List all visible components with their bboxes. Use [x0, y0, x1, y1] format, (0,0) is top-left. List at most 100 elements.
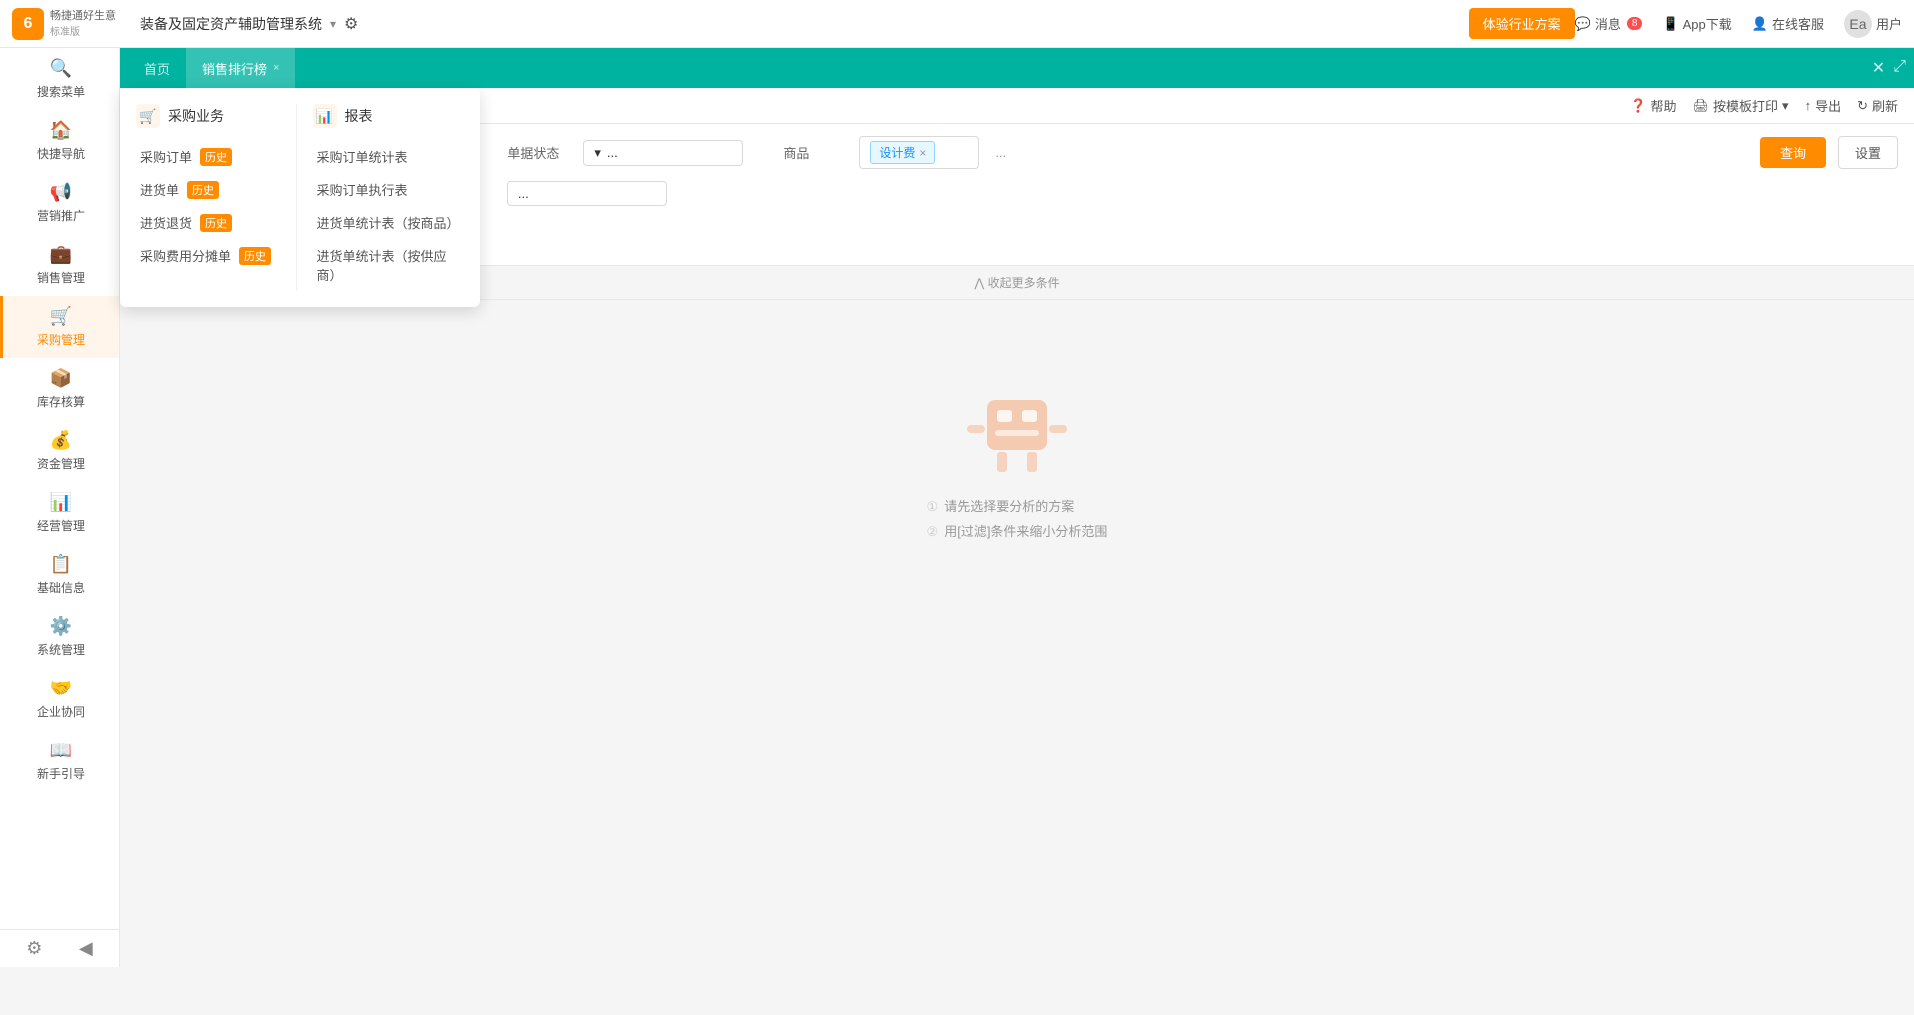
- tab-maximize-icon[interactable]: ⤢: [1893, 58, 1906, 78]
- notification-count: 8: [1627, 17, 1643, 30]
- online-service-btn[interactable]: 👤 在线客服: [1752, 14, 1824, 33]
- sidebar-item-search[interactable]: 🔍 搜索菜单: [0, 48, 119, 110]
- sidebar-item-capital[interactable]: 💰 资金管理: [0, 420, 119, 482]
- sidebar-label-enterprise: 企业协同: [37, 703, 85, 720]
- sidebar: 🔍 搜索菜单 🏠 快捷导航 📢 营销推广 💼 销售管理 🛒 采购管理 📦 库存核…: [0, 48, 120, 967]
- logo-text: 畅捷通好生意 标准版: [50, 9, 116, 38]
- purchase-dropdown-menu: 🛒 采购业务 采购订单 历史 进货单 历史 进货退货 历史 采购费用分摊单 历史…: [120, 88, 480, 307]
- history-badge-4: 历史: [239, 247, 271, 265]
- goods-more-dots[interactable]: ...: [995, 145, 1006, 160]
- tab-close-window-icon[interactable]: ✕: [1872, 58, 1885, 78]
- sidebar-label-search: 搜索菜单: [37, 83, 85, 100]
- menu-item-goods-receipt[interactable]: 进货单 历史: [136, 173, 288, 206]
- logo-icon: 6: [12, 8, 44, 40]
- tab-home-label: 首页: [144, 59, 170, 78]
- purchase-icon: 🛒: [50, 306, 72, 327]
- doc-status-label: 单据状态: [507, 143, 567, 162]
- sidebar-settings-btn[interactable]: ⚙: [26, 938, 42, 959]
- sidebar-item-marketing[interactable]: 📢 营销推广: [0, 172, 119, 234]
- help-btn[interactable]: ❓ 帮助: [1630, 96, 1676, 115]
- logo-area: 6 畅捷通好生意 标准版: [12, 8, 132, 40]
- tab-bar: 首页 销售排行榜 × ✕ ⤢: [120, 48, 1914, 88]
- goods-label: 商品: [783, 143, 843, 162]
- settings-btn[interactable]: 设置: [1838, 136, 1898, 169]
- purchase-header-icon: 🛒: [136, 104, 160, 128]
- tab-sales-rank[interactable]: 销售排行榜 ×: [186, 48, 295, 88]
- notification-label: 消息: [1595, 14, 1621, 33]
- goods-tag-close[interactable]: ×: [919, 146, 926, 160]
- user-avatar: Ea: [1844, 10, 1872, 38]
- menu-item-receipt-stats-goods[interactable]: 进货单统计表（按商品）: [313, 206, 465, 239]
- sidebar-item-guide[interactable]: 📖 新手引导: [0, 730, 119, 792]
- sidebar-item-baseinfo[interactable]: 📋 基础信息: [0, 544, 119, 606]
- print-icon: 🖨: [1693, 98, 1710, 114]
- salesperson-input[interactable]: ...: [507, 181, 667, 206]
- goods-input[interactable]: 设计费 ×: [859, 136, 979, 169]
- dropdown-report-header: 📊 报表: [313, 104, 465, 128]
- sidebar-item-inventory[interactable]: 📦 库存核算: [0, 358, 119, 420]
- menu-item-purchase-expense[interactable]: 采购费用分摊单 历史: [136, 239, 288, 272]
- sales-icon: 💼: [50, 244, 72, 265]
- menu-item-receipt-stats-supplier[interactable]: 进货单统计表（按供应商）: [313, 239, 465, 291]
- dropdown-col-report: 📊 报表 采购订单统计表 采购订单执行表 进货单统计表（按商品） 进货单统计表（…: [296, 104, 465, 291]
- sidebar-item-purchase[interactable]: 🛒 采购管理: [0, 296, 119, 358]
- sys-title-area: 装备及固定资产辅助管理系统 ▾ ⚙: [140, 14, 1469, 34]
- tab-home[interactable]: 首页: [128, 48, 186, 88]
- export-icon: ↑: [1805, 98, 1812, 113]
- sidebar-label-sales: 销售管理: [37, 269, 85, 286]
- sidebar-label-operation: 经营管理: [37, 517, 85, 534]
- menu-item-order-exec[interactable]: 采购订单执行表: [313, 173, 465, 206]
- template-print-btn[interactable]: 🖨 按模板打印 ▾: [1693, 96, 1789, 115]
- sys-dropdown-icon[interactable]: ▾: [330, 17, 336, 31]
- inventory-icon: 📦: [50, 368, 72, 389]
- menu-item-goods-return[interactable]: 进货退货 历史: [136, 206, 288, 239]
- notification-btn[interactable]: 💬 消息 8: [1575, 14, 1643, 33]
- help-icon: ❓: [1630, 98, 1646, 114]
- sidebar-item-system[interactable]: ⚙️ 系统管理: [0, 606, 119, 668]
- sidebar-item-sales[interactable]: 💼 销售管理: [0, 234, 119, 296]
- header-right: 💬 消息 8 📱 App下载 👤 在线客服 Ea 用户: [1575, 10, 1902, 38]
- app-download-btn[interactable]: 📱 App下载: [1662, 14, 1731, 33]
- menu-item-order-stats[interactable]: 采购订单统计表: [313, 140, 465, 173]
- settings-icon[interactable]: ⚙: [344, 14, 358, 34]
- dropdown-col-purchase: 🛒 采购业务 采购订单 历史 进货单 历史 进货退货 历史 采购费用分摊单 历史: [136, 104, 288, 291]
- empty-icon: [957, 380, 1077, 480]
- sidebar-label-inventory: 库存核算: [37, 393, 85, 410]
- export-btn[interactable]: ↑ 导出: [1805, 96, 1842, 115]
- history-badge-3: 历史: [200, 214, 232, 232]
- marketing-icon: 📢: [50, 182, 72, 203]
- sidebar-label-capital: 资金管理: [37, 455, 85, 472]
- phone-icon: 📱: [1662, 16, 1678, 32]
- sidebar-collapse-btn[interactable]: ◀: [79, 938, 93, 959]
- sys-name: 装备及固定资产辅助管理系统: [140, 14, 322, 34]
- sidebar-label-marketing: 营销推广: [37, 207, 85, 224]
- enterprise-icon: 🤝: [50, 678, 72, 699]
- query-btn[interactable]: 查询: [1760, 137, 1826, 168]
- sidebar-item-enterprise[interactable]: 🤝 企业协同: [0, 668, 119, 730]
- capital-icon: 💰: [50, 430, 72, 451]
- sidebar-label-quicknav: 快捷导航: [37, 145, 85, 162]
- sidebar-item-quicknav[interactable]: 🏠 快捷导航: [0, 110, 119, 172]
- history-badge-2: 历史: [187, 181, 219, 199]
- collapse-arrow-icon: ⋀: [974, 276, 984, 290]
- sidebar-label-system: 系统管理: [37, 641, 85, 658]
- sidebar-label-guide: 新手引导: [37, 765, 85, 782]
- doc-status-select[interactable]: ▾ ...: [583, 140, 743, 166]
- message-icon: 💬: [1575, 16, 1591, 32]
- sidebar-bottom: ⚙ ◀: [0, 929, 119, 967]
- refresh-btn[interactable]: ↻ 刷新: [1857, 96, 1898, 115]
- goods-tag: 设计费 ×: [870, 141, 935, 164]
- tab-sales-rank-label: 销售排行榜: [202, 59, 267, 78]
- doc-status-chevron: ▾: [594, 145, 601, 161]
- sidebar-item-operation[interactable]: 📊 经营管理: [0, 482, 119, 544]
- report-header-icon: 📊: [313, 104, 337, 128]
- sidebar-label-baseinfo: 基础信息: [37, 579, 85, 596]
- search-icon: 🔍: [50, 58, 72, 79]
- empty-hint-1: ①请先选择要分析的方案 ②用[过滤]条件来缩小分析范围: [927, 496, 1108, 546]
- tab-bar-right: ✕ ⤢: [1872, 58, 1906, 78]
- industry-btn[interactable]: 体验行业方案: [1469, 8, 1575, 39]
- tab-close-icon[interactable]: ×: [273, 62, 279, 74]
- menu-item-purchase-order[interactable]: 采购订单 历史: [136, 140, 288, 173]
- user-area[interactable]: Ea 用户: [1844, 10, 1902, 38]
- print-dropdown-icon: ▾: [1782, 98, 1789, 114]
